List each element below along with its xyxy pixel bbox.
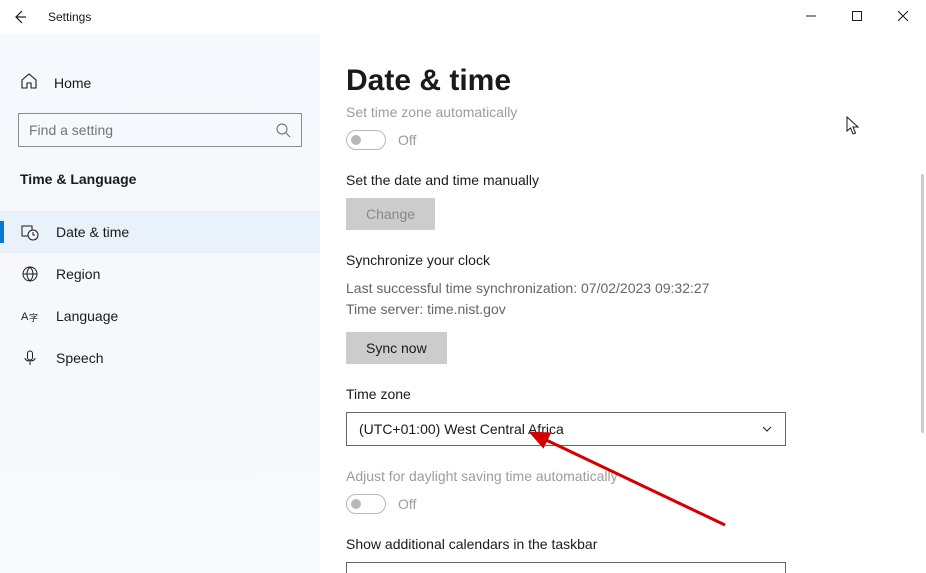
nav-label: Date & time <box>56 224 129 240</box>
content-panel: Date & time Set time zone automatically … <box>320 34 926 573</box>
search-input[interactable] <box>29 122 249 138</box>
home-icon <box>20 72 40 93</box>
window-controls <box>788 0 926 32</box>
category-heading: Time & Language <box>0 171 320 187</box>
sync-server-text: Time server: time.nist.gov <box>346 299 900 320</box>
timezone-heading: Time zone <box>346 386 900 402</box>
home-label: Home <box>54 75 91 91</box>
calendar-clock-icon <box>20 223 40 241</box>
maximize-button[interactable] <box>834 0 880 32</box>
auto-timezone-toggle <box>346 130 386 150</box>
sidebar: Home Time & Language Date & time Region … <box>0 34 320 573</box>
search-icon <box>276 123 291 138</box>
maximize-icon <box>852 11 862 21</box>
home-button[interactable]: Home <box>0 64 320 101</box>
sidebar-item-speech[interactable]: Speech <box>0 337 320 379</box>
sidebar-item-date-time[interactable]: Date & time <box>0 211 320 253</box>
timezone-dropdown[interactable]: (UTC+01:00) West Central Africa <box>346 412 786 446</box>
back-button[interactable] <box>0 0 40 34</box>
window-title: Settings <box>48 10 91 24</box>
minimize-icon <box>806 11 816 21</box>
auto-timezone-state: Off <box>398 132 416 148</box>
search-box[interactable] <box>18 113 302 147</box>
scrollbar[interactable] <box>921 174 924 433</box>
nav-label: Speech <box>56 350 103 366</box>
arrow-left-icon <box>12 9 28 25</box>
calendars-dropdown[interactable]: Don't show additional calendars <box>346 562 786 573</box>
dst-label: Adjust for daylight saving time automati… <box>346 468 900 484</box>
sync-heading: Synchronize your clock <box>346 252 900 268</box>
minimize-button[interactable] <box>788 0 834 32</box>
globe-icon <box>20 265 40 283</box>
dst-toggle <box>346 494 386 514</box>
auto-timezone-label: Set time zone automatically <box>346 104 900 120</box>
chevron-down-icon <box>761 423 773 435</box>
language-icon: A字 <box>20 307 40 325</box>
manual-datetime-label: Set the date and time manually <box>346 172 900 188</box>
sidebar-item-region[interactable]: Region <box>0 253 320 295</box>
close-button[interactable] <box>880 0 926 32</box>
page-title: Date & time <box>346 64 900 98</box>
microphone-icon <box>20 349 40 367</box>
sync-last-text: Last successful time synchronization: 07… <box>346 278 900 299</box>
nav-label: Language <box>56 308 118 324</box>
change-button[interactable]: Change <box>346 198 435 230</box>
sync-now-button[interactable]: Sync now <box>346 332 447 364</box>
close-icon <box>898 11 908 21</box>
nav-label: Region <box>56 266 100 282</box>
dst-state: Off <box>398 496 416 512</box>
svg-text:A: A <box>21 311 29 323</box>
sidebar-item-language[interactable]: A字 Language <box>0 295 320 337</box>
calendars-heading: Show additional calendars in the taskbar <box>346 536 900 552</box>
titlebar: Settings <box>0 0 926 34</box>
svg-text:字: 字 <box>29 312 38 323</box>
timezone-value: (UTC+01:00) West Central Africa <box>359 421 564 437</box>
